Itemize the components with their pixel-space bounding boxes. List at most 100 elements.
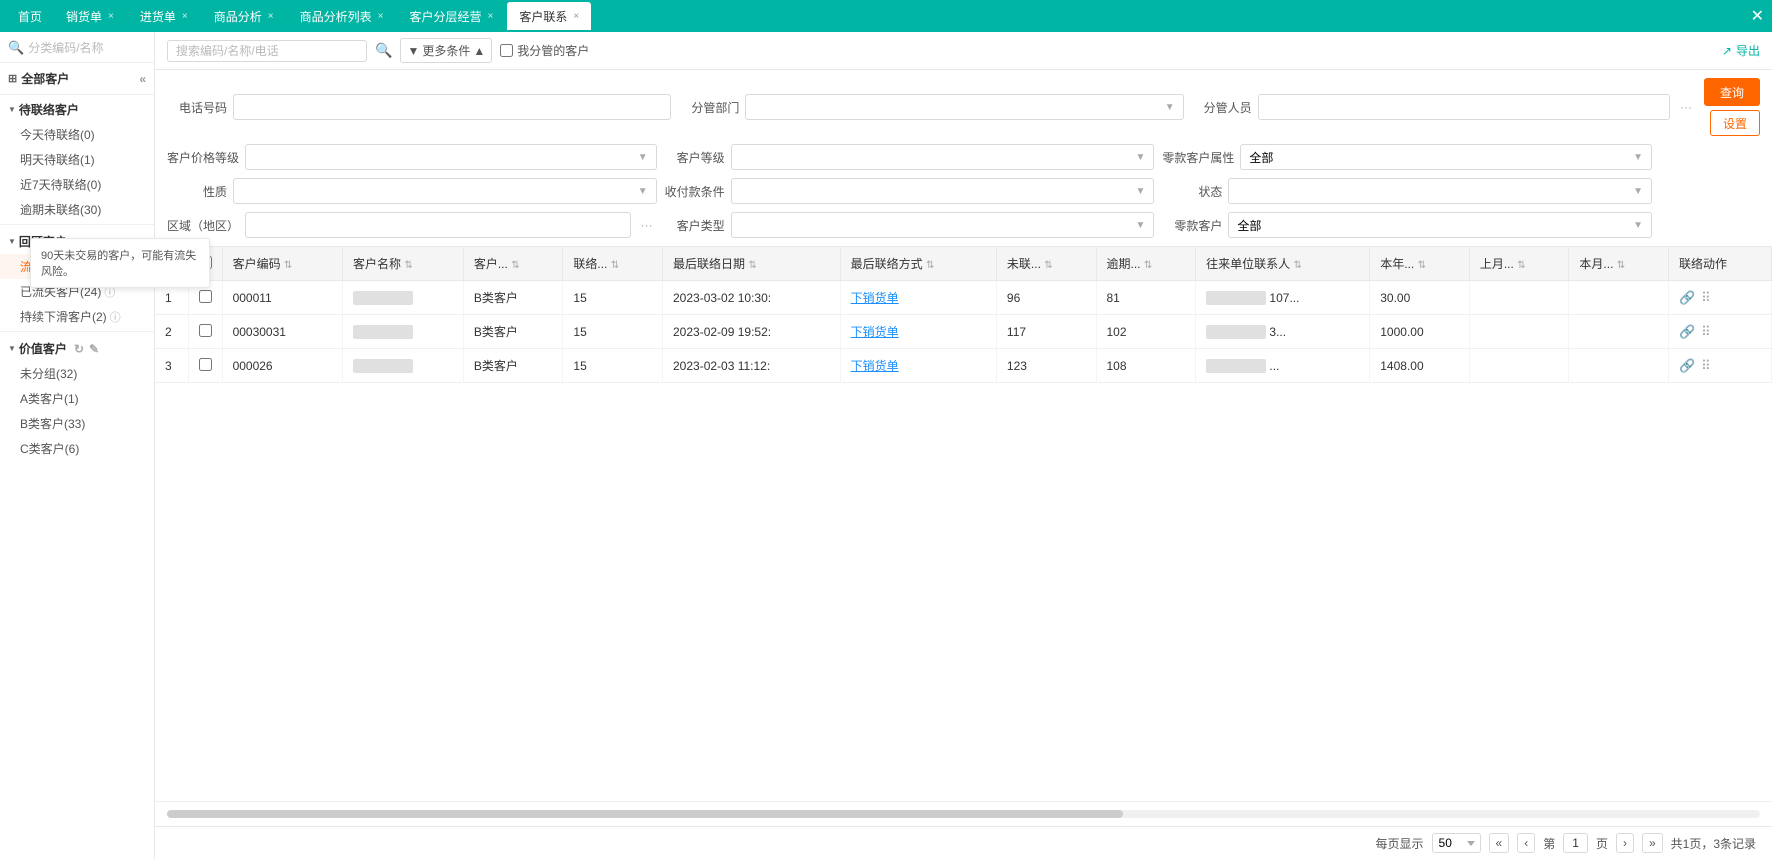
- nav-tab-purchaseorder[interactable]: 进货单 ×: [128, 2, 200, 30]
- sidebar-item-ungrouped[interactable]: 未分组(32): [0, 361, 154, 386]
- sidebar-item-class-c[interactable]: C类客户(6): [0, 436, 154, 461]
- nav-first-button[interactable]: «: [1489, 833, 1510, 853]
- close-salesorder-icon[interactable]: ×: [108, 11, 114, 22]
- close-customer-contact-icon[interactable]: ×: [573, 11, 579, 22]
- lingqu-customer-select[interactable]: 全部 ▼: [1228, 212, 1652, 238]
- col-last-date-sort[interactable]: ⇅: [748, 260, 756, 271]
- region-select[interactable]: [245, 212, 631, 238]
- col-this-month-sort[interactable]: ⇅: [1617, 260, 1625, 271]
- cell-overdue-1: 102: [1096, 315, 1196, 349]
- action-link-icon-1[interactable]: 🔗: [1679, 324, 1695, 340]
- section-value-label: 价值客户: [19, 340, 67, 357]
- my-customers-label: 我分管的客户: [517, 42, 589, 59]
- nav-tab-analysis-list[interactable]: 商品分析列表 ×: [288, 2, 396, 30]
- sidebar-item-class-a[interactable]: A类客户(1): [0, 386, 154, 411]
- status-select[interactable]: ▼: [1228, 178, 1652, 204]
- filter-field-dept: 分管部门 ▼: [679, 94, 1183, 120]
- col-actions: 联络动作: [1668, 247, 1771, 281]
- action-more-icon-0[interactable]: ⠿: [1701, 290, 1711, 306]
- action-link-icon-0[interactable]: 🔗: [1679, 290, 1695, 306]
- last-method-link-2[interactable]: 下销货单: [851, 359, 899, 373]
- nav-next-button[interactable]: ›: [1616, 833, 1634, 853]
- cell-code-1: 00030031: [222, 315, 342, 349]
- more-conditions-button[interactable]: ▼ 更多条件 ▲: [400, 38, 492, 63]
- scrollbar-thumb[interactable]: [167, 810, 1123, 818]
- manager-select[interactable]: [1258, 94, 1670, 120]
- col-code-sort[interactable]: ⇅: [284, 260, 292, 271]
- tomorrow-contact-label: 明天待联络(1): [20, 151, 95, 168]
- export-button[interactable]: ↗ 导出: [1722, 42, 1760, 59]
- col-last-month-sort[interactable]: ⇅: [1517, 260, 1525, 271]
- col-unlocked-sort[interactable]: ⇅: [1044, 260, 1052, 271]
- dept-select[interactable]: ▼: [745, 94, 1183, 120]
- col-code: 客户编码 ⇅: [222, 247, 342, 281]
- sidebar-item-7days[interactable]: 近7天待联络(0): [0, 172, 154, 197]
- price-level-arrow: ▼: [638, 152, 648, 163]
- customer-level-select[interactable]: ▼: [731, 144, 1155, 170]
- customer-type-select[interactable]: ▼: [731, 212, 1155, 238]
- col-last-method: 最后联络方式 ⇅: [840, 247, 996, 281]
- payment-select[interactable]: ▼: [731, 178, 1155, 204]
- close-analysis-icon[interactable]: ×: [268, 11, 274, 22]
- nav-home[interactable]: 首页: [8, 8, 52, 25]
- action-more-icon-1[interactable]: ⠿: [1701, 324, 1711, 340]
- nav-tab-analysis[interactable]: 商品分析 ×: [202, 2, 286, 30]
- price-level-select[interactable]: ▼: [245, 144, 657, 170]
- horizontal-scrollbar[interactable]: [167, 810, 1760, 818]
- gender-select[interactable]: ▼: [233, 178, 657, 204]
- search-button[interactable]: 🔍: [375, 42, 392, 59]
- payment-label: 收付款条件: [665, 183, 725, 200]
- close-analysis-list-icon[interactable]: ×: [378, 11, 384, 22]
- col-name-sort[interactable]: ⇅: [404, 260, 412, 271]
- per-page-select[interactable]: 50 20 100: [1432, 833, 1481, 853]
- lingqu-attr-select[interactable]: 全部 ▼: [1240, 144, 1652, 170]
- col-overdue-sort[interactable]: ⇅: [1144, 260, 1152, 271]
- close-window-icon[interactable]: ✕: [1751, 6, 1764, 26]
- col-this-year-sort[interactable]: ⇅: [1418, 260, 1426, 271]
- row-checkbox-2[interactable]: [199, 358, 212, 371]
- cell-last-method-1: 下销货单: [840, 315, 996, 349]
- sidebar-item-class-b[interactable]: B类客户(33): [0, 411, 154, 436]
- row-checkbox-0[interactable]: [199, 290, 212, 303]
- sidebar-item-tomorrow[interactable]: 明天待联络(1): [0, 147, 154, 172]
- region-more-icon[interactable]: ···: [637, 218, 657, 232]
- sidebar-collapse-icon[interactable]: «: [139, 72, 146, 86]
- last-method-link-1[interactable]: 下销货单: [851, 325, 899, 339]
- settings-button[interactable]: 设置: [1710, 110, 1760, 136]
- nav-prev-button[interactable]: ‹: [1517, 833, 1535, 853]
- filter-field-lingqu-customer: 零款客户 全部 ▼: [1162, 212, 1652, 238]
- sidebar-item-today[interactable]: 今天待联络(0): [0, 122, 154, 147]
- my-customers-checkbox[interactable]: [500, 44, 513, 57]
- cell-contact-1: 15: [563, 315, 663, 349]
- row-checkbox-1[interactable]: [199, 324, 212, 337]
- dept-label: 分管部门: [679, 99, 739, 116]
- manager-more-icon[interactable]: ···: [1676, 100, 1696, 114]
- refresh-icon[interactable]: ↻: [74, 342, 84, 356]
- col-contact-person-sort[interactable]: ⇅: [1293, 260, 1301, 271]
- search-input[interactable]: [167, 40, 367, 62]
- my-customers-checkbox-label[interactable]: 我分管的客户: [500, 42, 589, 59]
- col-contact-sort[interactable]: ⇅: [611, 260, 619, 271]
- action-more-icon-2[interactable]: ⠿: [1701, 358, 1711, 374]
- sidebar-all-customers[interactable]: ⊞ 全部客户 «: [0, 63, 154, 95]
- edit-icon[interactable]: ✎: [89, 342, 99, 356]
- sidebar-search-input[interactable]: [28, 41, 155, 55]
- action-link-icon-2[interactable]: 🔗: [1679, 358, 1695, 374]
- nav-last-button[interactable]: »: [1642, 833, 1663, 853]
- payment-arrow: ▼: [1135, 186, 1145, 197]
- sidebar-item-overdue[interactable]: 逾期未联络(30): [0, 197, 154, 222]
- close-purchaseorder-icon[interactable]: ×: [182, 11, 188, 22]
- col-last-method-sort[interactable]: ⇅: [926, 260, 934, 271]
- more-conditions-label: 更多条件: [422, 42, 470, 59]
- col-type-sort[interactable]: ⇅: [511, 260, 519, 271]
- last-method-link-0[interactable]: 下销货单: [851, 291, 899, 305]
- nav-tab-customer-contact[interactable]: 客户联系 ×: [507, 2, 591, 30]
- phone-input[interactable]: [233, 94, 671, 120]
- close-customer-segment-icon[interactable]: ×: [487, 11, 493, 22]
- nav-tab-customer-segment[interactable]: 客户分层经营 ×: [397, 2, 505, 30]
- nav-tab-salesorder[interactable]: 销货单 ×: [54, 2, 126, 30]
- query-button[interactable]: 查询: [1704, 78, 1760, 106]
- table-header-row: ⚙ 客户编码 ⇅ 客户名称 ⇅: [155, 247, 1772, 281]
- col-this-year-label: 本年...: [1380, 257, 1414, 271]
- sidebar-item-declining[interactable]: 持续下滑客户(2) ⓘ: [0, 304, 154, 329]
